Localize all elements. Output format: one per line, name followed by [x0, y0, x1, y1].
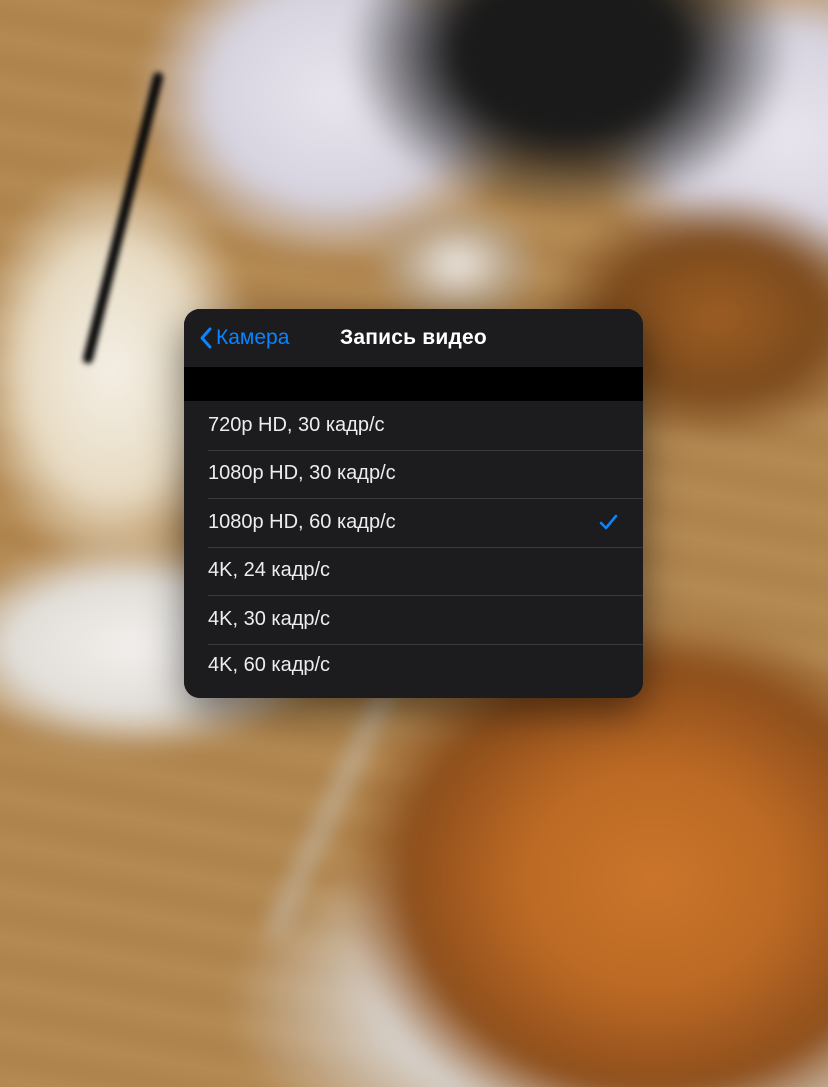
- option-label: 1080p HD, 60 кадр/с: [208, 511, 396, 534]
- option-label: 1080p HD, 30 кадр/с: [208, 462, 396, 485]
- section-spacer: [184, 367, 643, 401]
- option-label: 720p HD, 30 кадр/с: [208, 414, 385, 437]
- chevron-left-icon: [198, 326, 214, 350]
- nav-bar: Камера Запись видео: [184, 309, 643, 367]
- video-format-option[interactable]: 4K, 60 кадр/с: [184, 644, 643, 698]
- video-format-option[interactable]: 720p HD, 30 кадр/с: [184, 401, 643, 450]
- back-label: Камера: [216, 326, 289, 350]
- checkmark-icon: [597, 511, 619, 533]
- settings-panel: Камера Запись видео 720p HD, 30 кадр/с 1…: [184, 309, 643, 698]
- back-button[interactable]: Камера: [190, 309, 297, 367]
- page-title: Запись видео: [340, 326, 487, 350]
- option-label: 4K, 60 кадр/с: [208, 654, 330, 677]
- video-format-option[interactable]: 1080p HD, 60 кадр/с: [184, 498, 643, 547]
- video-format-option[interactable]: 4K, 30 кадр/с: [184, 595, 643, 644]
- video-format-list: 720p HD, 30 кадр/с 1080p HD, 30 кадр/с 1…: [184, 401, 643, 698]
- option-label: 4K, 30 кадр/с: [208, 608, 330, 631]
- video-format-option[interactable]: 1080p HD, 30 кадр/с: [184, 450, 643, 499]
- option-label: 4K, 24 кадр/с: [208, 559, 330, 582]
- video-format-option[interactable]: 4K, 24 кадр/с: [184, 547, 643, 596]
